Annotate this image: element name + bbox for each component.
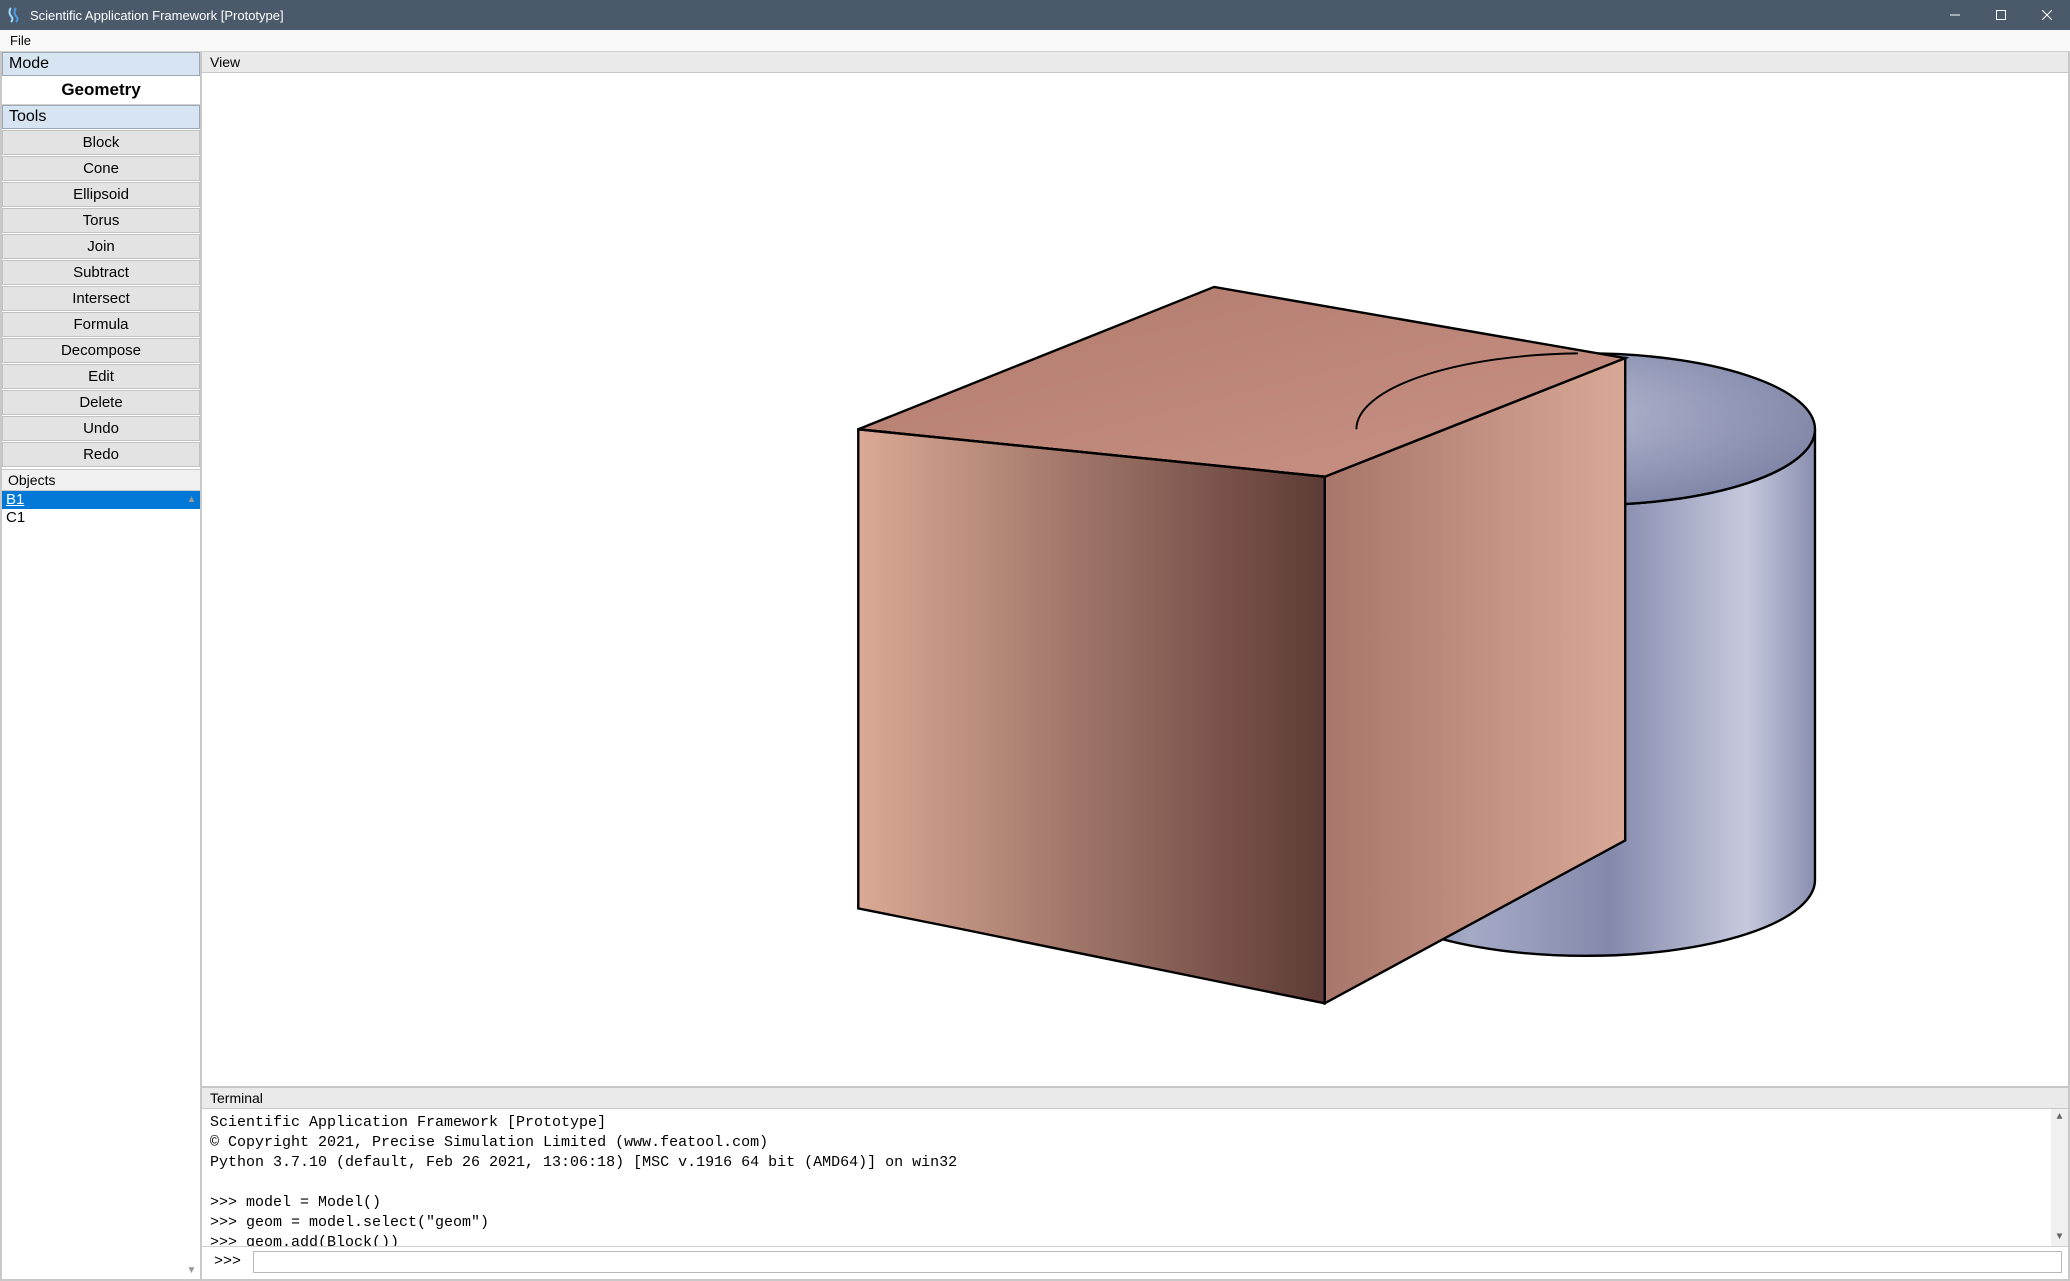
- terminal-input-row: >>>: [202, 1246, 2068, 1279]
- terminal-output[interactable]: Scientific Application Framework [Protot…: [202, 1109, 2068, 1246]
- left-panel: Mode Geometry Tools Block Cone Ellipsoid…: [2, 52, 202, 1279]
- terminal-scrollbar[interactable]: ▲ ▼: [2051, 1109, 2068, 1246]
- scroll-up-icon[interactable]: ▲: [2051, 1109, 2068, 1126]
- tools-header[interactable]: Tools: [2, 105, 200, 129]
- tool-delete[interactable]: Delete: [2, 390, 200, 415]
- tool-redo[interactable]: Redo: [2, 442, 200, 467]
- tool-intersect[interactable]: Intersect: [2, 286, 200, 311]
- terminal-line: © Copyright 2021, Precise Simulation Lim…: [210, 1134, 768, 1151]
- viewport-3d[interactable]: [202, 73, 2068, 1086]
- tool-decompose[interactable]: Decompose: [2, 338, 200, 363]
- mode-header[interactable]: Mode: [2, 52, 200, 76]
- view-header: View: [202, 52, 2068, 73]
- terminal-line: Scientific Application Framework [Protot…: [210, 1114, 606, 1131]
- terminal-input[interactable]: [253, 1251, 2062, 1273]
- objects-scroll-down-icon[interactable]: ▼: [183, 1262, 200, 1279]
- objects-list: B1 C1 ▲ ▼: [2, 491, 200, 1279]
- minimize-button[interactable]: [1932, 0, 1978, 30]
- close-button[interactable]: [2024, 0, 2070, 30]
- terminal-line: Python 3.7.10 (default, Feb 26 2021, 13:…: [210, 1154, 957, 1171]
- terminal-line: >>> geom = model.select("geom"): [210, 1214, 489, 1231]
- tool-block[interactable]: Block: [2, 130, 200, 155]
- mode-label: Geometry: [2, 76, 200, 105]
- title-bar: Scientific Application Framework [Protot…: [0, 0, 2070, 30]
- tool-edit[interactable]: Edit: [2, 364, 200, 389]
- tool-join[interactable]: Join: [2, 234, 200, 259]
- objects-header: Objects: [2, 469, 200, 491]
- terminal-prompt: >>>: [208, 1250, 247, 1274]
- app-icon: [6, 7, 22, 23]
- tool-ellipsoid[interactable]: Ellipsoid: [2, 182, 200, 207]
- window-title: Scientific Application Framework [Protot…: [30, 8, 284, 23]
- terminal-header: Terminal: [202, 1086, 2068, 1109]
- object-item[interactable]: C1: [2, 509, 200, 527]
- maximize-button[interactable]: [1978, 0, 2024, 30]
- scroll-down-icon[interactable]: ▼: [2051, 1229, 2068, 1246]
- terminal-line: >>> model = Model(): [210, 1194, 381, 1211]
- tool-torus[interactable]: Torus: [2, 208, 200, 233]
- objects-scroll-up-icon[interactable]: ▲: [183, 491, 200, 508]
- tool-formula[interactable]: Formula: [2, 312, 200, 337]
- terminal: Scientific Application Framework [Protot…: [202, 1109, 2068, 1279]
- main-area: Mode Geometry Tools Block Cone Ellipsoid…: [0, 52, 2070, 1281]
- menu-file[interactable]: File: [4, 31, 37, 50]
- menu-bar: File: [0, 30, 2070, 52]
- object-item[interactable]: B1: [2, 491, 200, 509]
- terminal-line: >>> geom.add(Block()): [210, 1234, 399, 1246]
- tool-subtract[interactable]: Subtract: [2, 260, 200, 285]
- tool-undo[interactable]: Undo: [2, 416, 200, 441]
- right-side: View: [202, 52, 2068, 1279]
- tool-cone[interactable]: Cone: [2, 156, 200, 181]
